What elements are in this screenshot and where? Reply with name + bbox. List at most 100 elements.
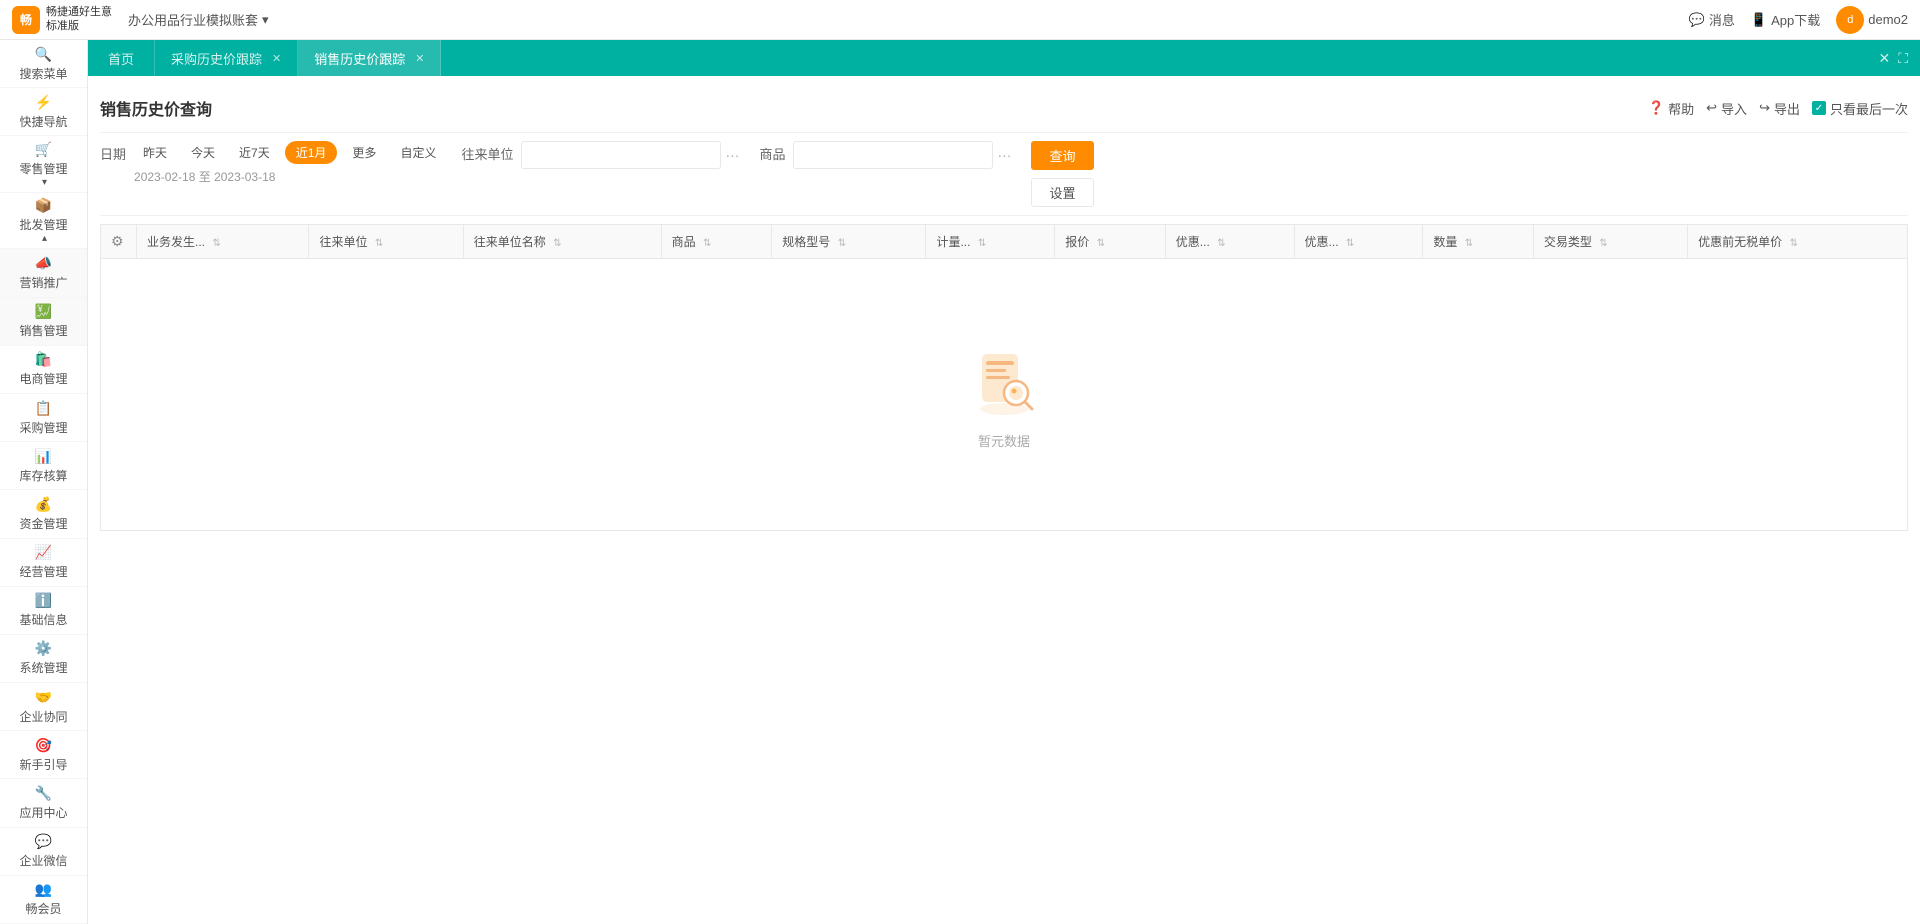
table-header: ⚙ 业务发生... ⇅ 往来单位 ⇅ 往来单位名称 ⇅ [101,225,1908,259]
sort-icon: ⇅ [1346,238,1354,249]
sidebar-item-marketing[interactable]: 📣 营销推广 [0,249,87,297]
data-table: ⚙ 业务发生... ⇅ 往来单位 ⇅ 往来单位名称 ⇅ [100,224,1908,531]
tabbar-actions: ✕ ⛶ [1866,40,1920,76]
sort-icon: ⇅ [1789,238,1797,249]
table-body: 暂元数据 [101,259,1908,531]
date-label: 日期 [100,141,126,169]
sidebar-item-sales[interactable]: 💹 销售管理 [0,298,87,346]
col-goods[interactable]: 商品 ⇅ [661,225,772,259]
search-icon: 🔍 [35,46,52,63]
export-btn[interactable]: ↪ 导出 [1759,99,1800,118]
sidebar-item-ecommerce[interactable]: 🛍️ 电商管理 [0,346,87,394]
goods-filter-group: 商品 ··· [759,141,1015,169]
empty-text: 暂元数据 [978,431,1030,450]
appstore-icon: 🔧 [35,785,52,802]
tab-purchase-history[interactable]: 采购历史价跟踪 ✕ [155,40,298,76]
page-actions: ❓ 帮助 ↩ 导入 ↪ 导出 ✓ 只看最后一次 [1648,99,1908,118]
sidebar-item-finance[interactable]: 💰 资金管理 [0,490,87,538]
sidebar-item-operations[interactable]: 📈 经营管理 [0,539,87,587]
col-spec[interactable]: 规格型号 ⇅ [772,225,926,259]
col-discount2[interactable]: 优惠... ⇅ [1294,225,1423,259]
help-btn[interactable]: ❓ 帮助 [1648,99,1694,118]
sales-icon: 💹 [35,303,52,320]
sidebar-item-basics[interactable]: ℹ️ 基础信息 [0,587,87,635]
only-last-checkbox[interactable]: ✓ 只看最后一次 [1812,99,1908,118]
sort-icon: ⇅ [978,238,986,249]
logo-icon: 畅 [12,6,40,34]
export-icon: ↪ [1759,100,1770,116]
sidebar-item-inventory[interactable]: 📊 库存核算 [0,442,87,490]
operations-icon: 📈 [35,544,52,561]
date-btn-today[interactable]: 今天 [182,141,224,164]
empty-state: 暂元数据 [101,259,1907,530]
user-action[interactable]: d demo2 [1836,6,1908,34]
date-btn-yesterday[interactable]: 昨天 [134,141,176,164]
guide-icon: 🎯 [35,737,52,754]
logo-area: 畅 畅捷通好生意 标准版 [12,6,112,34]
marketing-icon: 📣 [35,255,52,272]
info-icon: ℹ️ [35,592,52,609]
setting-button[interactable]: 设置 [1031,178,1093,207]
inventory-icon: 📊 [35,448,52,465]
col-unit[interactable]: 计量... ⇅ [926,225,1055,259]
close-tab-icon[interactable]: ✕ [1878,50,1890,67]
col-settings: ⚙ [101,225,137,259]
sort-icon: ⇅ [212,238,220,249]
vip-icon: 👥 [35,881,52,898]
tab-close-purchase[interactable]: ✕ [272,52,281,65]
sidebar-item-search[interactable]: 🔍 搜索菜单 [0,40,87,88]
collab-icon: 🤝 [35,689,52,706]
query-button[interactable]: 查询 [1031,141,1093,170]
sort-icon: ⇅ [553,238,561,249]
app-download-action[interactable]: 📱 App下载 [1751,10,1820,29]
col-price[interactable]: 报价 ⇅ [1055,225,1166,259]
finance-icon: 💰 [35,496,52,513]
purchase-icon: 📋 [35,400,52,417]
tab-sales-history[interactable]: 销售历史价跟踪 ✕ [298,40,441,76]
retail-icon: 🛒 [35,141,52,158]
app-selector[interactable]: 办公用品行业模拟账套 ▾ [120,6,277,33]
col-partner-name[interactable]: 往来单位名称 ⇅ [463,225,661,259]
col-discount1[interactable]: 优惠... ⇅ [1165,225,1294,259]
sidebar-item-wechat[interactable]: 💬 企业微信 [0,828,87,876]
filter-bar: 日期 昨天 今天 近7天 近1月 更多 自定义 2023-02-18 至 202… [100,132,1908,216]
sidebar-item-appstore[interactable]: 🔧 应用中心 [0,779,87,827]
col-partner[interactable]: 往来单位 ⇅ [309,225,463,259]
help-icon: ❓ [1648,100,1664,116]
expand-icon[interactable]: ⛶ [1898,50,1908,67]
partner-input[interactable] [521,141,721,169]
col-trade-type[interactable]: 交易类型 ⇅ [1533,225,1687,259]
settings-icon[interactable]: ⚙ [111,233,124,249]
sidebar-item-purchase[interactable]: 📋 采购管理 [0,394,87,442]
sidebar-item-retail[interactable]: 🛒 零售管理 ▾ [0,136,87,193]
tab-home[interactable]: 首页 [88,40,155,76]
wechat-icon: 💬 [35,833,52,850]
date-btn-custom[interactable]: 自定义 [391,141,445,164]
date-btn-1month[interactable]: 近1月 [285,141,338,164]
col-biz-date[interactable]: 业务发生... ⇅ [137,225,309,259]
page-header: 销售历史价查询 ❓ 帮助 ↩ 导入 ↪ 导出 ✓ 只看最后一次 [100,88,1908,132]
col-qty[interactable]: 数量 ⇅ [1423,225,1534,259]
date-btn-7days[interactable]: 近7天 [230,141,279,164]
sidebar-item-quick-nav[interactable]: ⚡ 快捷导航 [0,88,87,136]
sidebar-item-guide[interactable]: 🎯 新手引导 [0,731,87,779]
sidebar-item-collab[interactable]: 🤝 企业协同 [0,683,87,731]
sort-icon: ⇅ [1217,238,1225,249]
avatar: d [1836,6,1864,34]
tab-close-sales[interactable]: ✕ [415,52,424,65]
partner-dots-btn[interactable]: ··· [721,147,743,163]
sidebar: 🔍 搜索菜单 ⚡ 快捷导航 🛒 零售管理 ▾ 📦 批发管理 ▴ 📣 营销推广 💹… [0,40,88,924]
message-action[interactable]: 💬 消息 [1689,10,1735,29]
sidebar-item-wholesale[interactable]: 📦 批发管理 ▴ [0,193,87,250]
sidebar-item-system[interactable]: ⚙️ 系统管理 [0,635,87,683]
page-title: 销售历史价查询 [100,96,212,120]
topbar: 畅 畅捷通好生意 标准版 办公用品行业模拟账套 ▾ 💬 消息 📱 App下载 d… [0,0,1920,40]
goods-dots-btn[interactable]: ··· [993,147,1015,163]
goods-input[interactable] [793,141,993,169]
date-btn-more[interactable]: 更多 [343,141,385,164]
import-icon: ↩ [1706,100,1717,116]
sidebar-item-vip[interactable]: 👥 畅会员 [0,876,87,924]
import-btn[interactable]: ↩ 导入 [1706,99,1747,118]
sort-icon: ⇅ [1599,238,1607,249]
col-pretax-price[interactable]: 优惠前无税单价 ⇅ [1688,225,1908,259]
